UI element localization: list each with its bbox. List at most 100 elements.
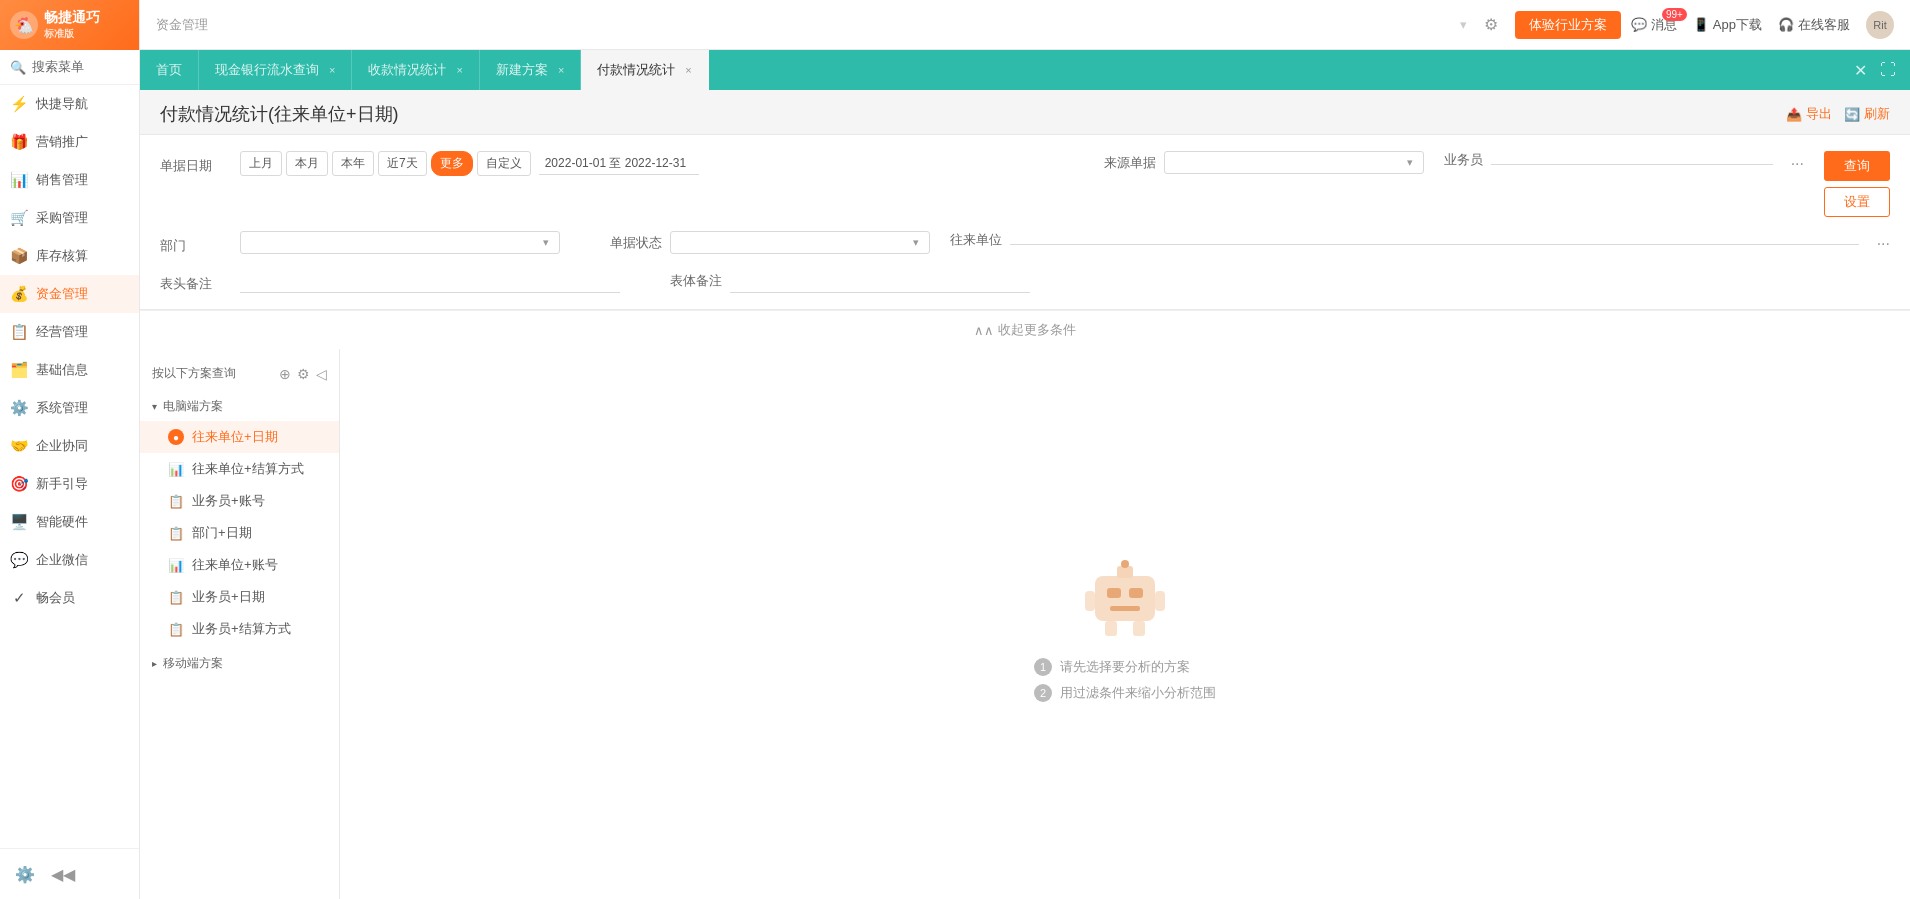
sidebar-item-basic-info[interactable]: 🗂️ 基础信息 — [0, 351, 139, 389]
messages-btn[interactable]: 💬 消息 99+ — [1631, 16, 1677, 34]
app-download-btn[interactable]: 📱 App下载 — [1693, 16, 1762, 34]
sidebar-item-purchase[interactable]: 🛒 采购管理 — [0, 199, 139, 237]
tab-new-plan-close[interactable]: × — [558, 64, 564, 76]
sidebar-item-marketing[interactable]: 🎁 营销推广 — [0, 123, 139, 161]
scheme-item-dept-date[interactable]: 📋 部门+日期 — [140, 517, 339, 549]
filter-row-2: 部门 ▾ 单据状态 ▾ 往来单位 ... — [160, 231, 1890, 255]
scheme-item-salesperson-settlement[interactable]: 📋 业务员+结算方式 — [140, 613, 339, 645]
source-label: 来源单据 — [1104, 154, 1156, 172]
salesperson-more-btn[interactable]: ... — [1791, 151, 1804, 169]
tab-cash-flow[interactable]: 现金银行流水查询 × — [199, 50, 352, 90]
sidebar-item-enterprise[interactable]: 🤝 企业协同 — [0, 427, 139, 465]
counterpart-input[interactable] — [1010, 236, 1859, 245]
scheme-label: 往来单位+账号 — [192, 556, 278, 574]
sidebar-item-quick-nav[interactable]: ⚡ 快捷导航 — [0, 85, 139, 123]
collapse-more-btn[interactable]: ∧∧ 收起更多条件 — [974, 321, 1076, 339]
sidebar-item-system[interactable]: ⚙️ 系统管理 — [0, 389, 139, 427]
sidebar-item-operations[interactable]: 📋 经营管理 — [0, 313, 139, 351]
topbar-settings-btn[interactable]: ⚙ — [1477, 11, 1505, 39]
search-menu-item[interactable]: 🔍 搜索菜单 — [0, 50, 139, 85]
doc-status-arrow: ▾ — [913, 236, 919, 249]
page-content: 付款情况统计(往来单位+日期) 📤 导出 🔄 刷新 单据日期 上月 — [140, 90, 1910, 899]
sidebar-item-inventory[interactable]: 📦 库存核算 — [0, 237, 139, 275]
content-area: 按以下方案查询 ⊕ ⚙ ◁ ▾ 电脑端方案 ● 往来单位+日期 — [140, 349, 1910, 899]
topbar: 资金管理 ▾ ⚙ 体验行业方案 💬 消息 99+ 📱 App下载 🎧 在线客服 … — [140, 0, 1910, 50]
scheme-item-salesperson-account[interactable]: 📋 业务员+账号 — [140, 485, 339, 517]
enterprise-icon: 🤝 — [10, 437, 28, 455]
tab-collection-stats[interactable]: 收款情况统计 × — [352, 50, 479, 90]
main-area: 资金管理 ▾ ⚙ 体验行业方案 💬 消息 99+ 📱 App下载 🎧 在线客服 … — [140, 0, 1910, 899]
tab-home[interactable]: 首页 — [140, 50, 199, 90]
counterpart-more-btn[interactable]: ... — [1877, 231, 1890, 249]
scheme-item-counterpart-date[interactable]: ● 往来单位+日期 — [140, 421, 339, 453]
sidebar-item-hardware[interactable]: 🖥️ 智能硬件 — [0, 503, 139, 541]
date-btn-custom[interactable]: 自定义 — [477, 151, 531, 176]
header-note-input[interactable] — [240, 269, 620, 293]
tab-collection-stats-close[interactable]: × — [456, 64, 462, 76]
user-avatar-btn[interactable]: Rit — [1866, 11, 1894, 39]
doc-status-select[interactable]: ▾ — [670, 231, 930, 254]
sidebar-item-label: 新手引导 — [36, 475, 88, 493]
dept-select[interactable]: ▾ — [240, 231, 560, 254]
tab-fullscreen-btn[interactable]: ⛶ — [1876, 58, 1900, 82]
date-label: 单据日期 — [160, 151, 240, 175]
sidebar-item-label: 企业微信 — [36, 551, 88, 569]
filter-date-content: 上月 本月 本年 近7天 更多 自定义 — [240, 151, 1104, 176]
sidebar-item-sales[interactable]: 📊 销售管理 — [0, 161, 139, 199]
desktop-section-header[interactable]: ▾ 电脑端方案 — [140, 392, 339, 421]
tab-new-plan-label: 新建方案 — [496, 61, 548, 79]
empty-hint-1: 1 请先选择要分析的方案 — [1034, 658, 1216, 676]
collapse-scheme-btn[interactable]: ◁ — [316, 366, 327, 382]
sidebar-item-label: 系统管理 — [36, 399, 88, 417]
tab-new-plan[interactable]: 新建方案 × — [480, 50, 581, 90]
sidebar-item-wechat[interactable]: 💬 企业微信 — [0, 541, 139, 579]
scheme-item-counterpart-account[interactable]: 📊 往来单位+账号 — [140, 549, 339, 581]
date-btn-7days[interactable]: 近7天 — [378, 151, 427, 176]
brand-version: 标准版 — [44, 27, 100, 41]
topbar-dropdown-arrow[interactable]: ▾ — [1460, 17, 1467, 32]
date-btn-last-month[interactable]: 上月 — [240, 151, 282, 176]
date-btn-this-month[interactable]: 本月 — [286, 151, 328, 176]
export-btn[interactable]: 📤 导出 — [1786, 105, 1832, 123]
date-btn-more[interactable]: 更多 — [431, 151, 473, 176]
tabbar-controls: ✕ ⛶ — [1838, 58, 1910, 82]
svg-rect-6 — [1085, 591, 1095, 611]
scheme-panel-actions: ⊕ ⚙ ◁ — [279, 366, 327, 382]
tab-close-all-btn[interactable]: ✕ — [1848, 58, 1872, 82]
scheme-item-salesperson-date[interactable]: 📋 业务员+日期 — [140, 581, 339, 613]
query-btn[interactable]: 查询 — [1824, 151, 1890, 181]
sidebar-item-guide[interactable]: 🎯 新手引导 — [0, 465, 139, 503]
add-scheme-btn[interactable]: ⊕ — [279, 366, 291, 382]
date-range-input[interactable] — [539, 152, 699, 175]
export-icon: 📤 — [1786, 107, 1802, 122]
inventory-icon: 📦 — [10, 247, 28, 265]
refresh-btn[interactable]: 🔄 刷新 — [1844, 105, 1890, 123]
sidebar-item-label: 资金管理 — [36, 285, 88, 303]
trial-btn[interactable]: 体验行业方案 — [1515, 11, 1621, 39]
tab-cash-flow-close[interactable]: × — [329, 64, 335, 76]
scheme-settings-btn[interactable]: ⚙ — [297, 366, 310, 382]
settings-btn[interactable]: 设置 — [1824, 187, 1890, 217]
tab-payment-stats-close[interactable]: × — [685, 64, 691, 76]
data-area: 1 请先选择要分析的方案 2 用过滤条件来缩小分析范围 — [340, 349, 1910, 899]
collapse-sidebar-btn[interactable]: ◀◀ — [48, 859, 78, 889]
online-service-btn[interactable]: 🎧 在线客服 — [1778, 16, 1850, 34]
scheme-item-counterpart-settlement[interactable]: 📊 往来单位+结算方式 — [140, 453, 339, 485]
system-icon: ⚙️ — [10, 399, 28, 417]
scheme-table-icon: 📋 — [168, 493, 184, 509]
messages-icon: 💬 — [1631, 17, 1647, 32]
operations-icon: 📋 — [10, 323, 28, 341]
date-btn-this-year[interactable]: 本年 — [332, 151, 374, 176]
mobile-section-header[interactable]: ▸ 移动端方案 — [140, 649, 339, 678]
sidebar-item-member[interactable]: ✓ 畅会员 — [0, 579, 139, 617]
body-note-input[interactable] — [730, 269, 1030, 293]
salesperson-input[interactable] — [1491, 156, 1773, 165]
sidebar-header: 🐔 畅捷通巧 标准版 — [0, 0, 139, 50]
sidebar-item-finance[interactable]: 💰 资金管理 — [0, 275, 139, 313]
desktop-scheme-section: ▾ 电脑端方案 ● 往来单位+日期 📊 往来单位+结算方式 📋 业务员+账号 — [140, 392, 339, 645]
settings-footer-btn[interactable]: ⚙️ — [10, 859, 40, 889]
action-buttons: 查询 设置 — [1824, 151, 1890, 217]
empty-state: 1 请先选择要分析的方案 2 用过滤条件来缩小分析范围 — [1034, 546, 1216, 702]
source-select[interactable]: ▾ — [1164, 151, 1424, 174]
tab-payment-stats[interactable]: 付款情况统计 × — [581, 50, 708, 90]
